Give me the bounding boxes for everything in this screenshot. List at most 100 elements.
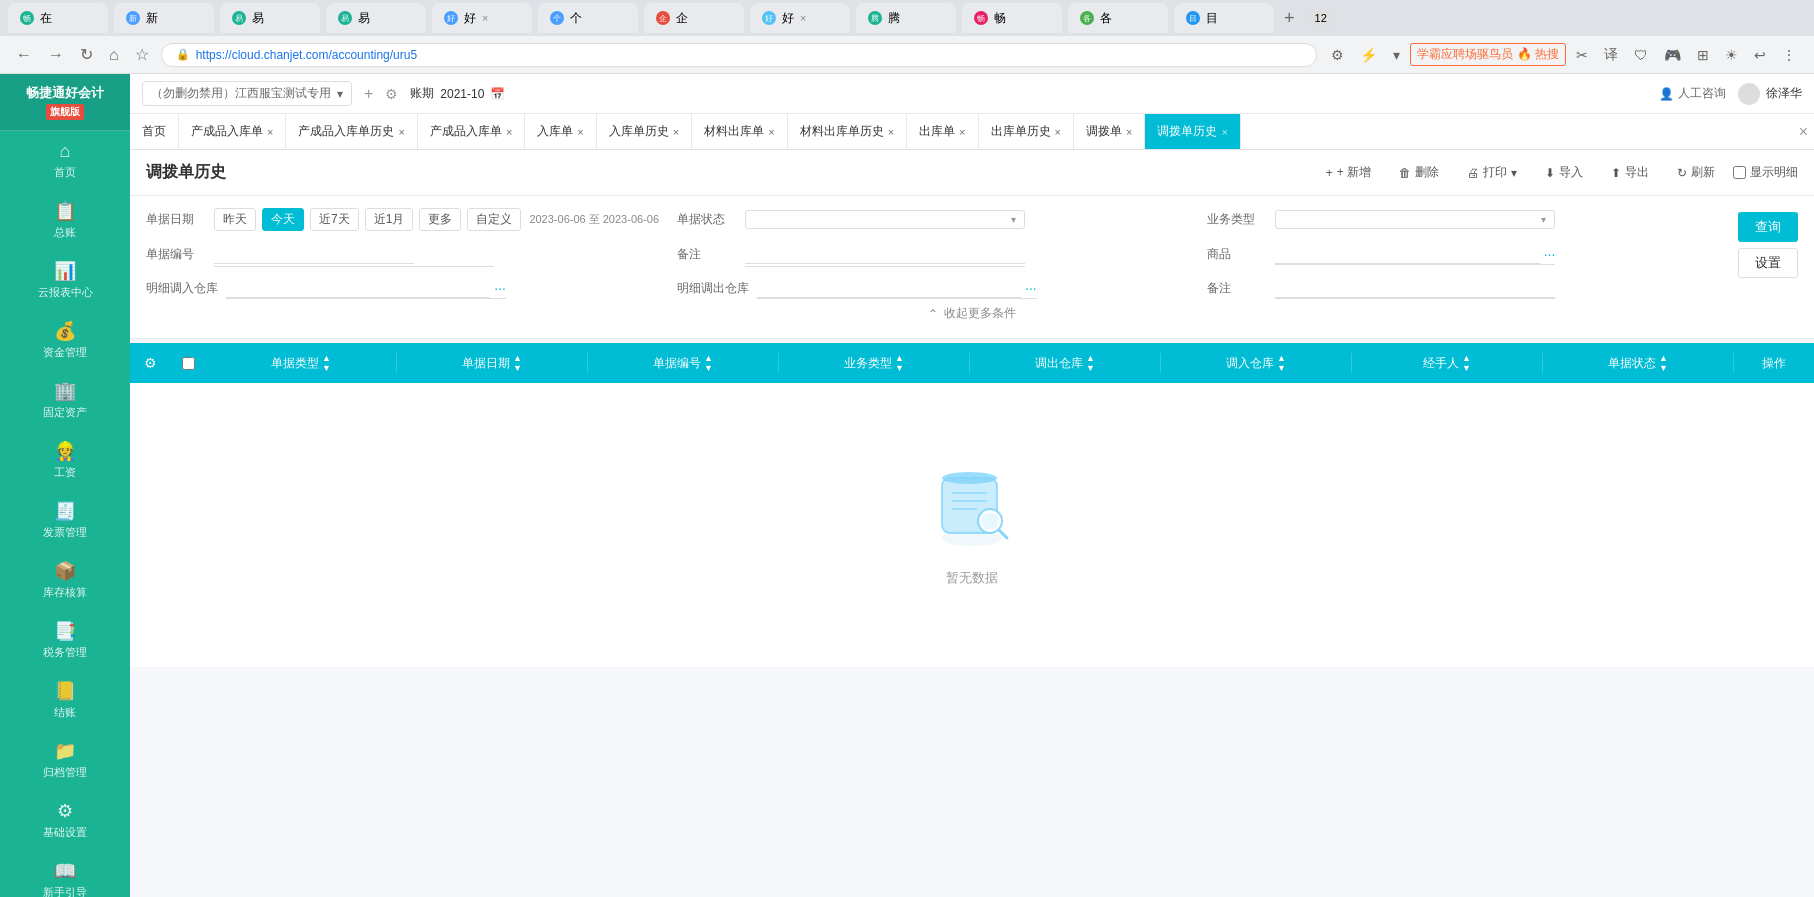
add-company-button[interactable]: + bbox=[364, 85, 373, 103]
th-status[interactable]: 单据状态 ▲▼ bbox=[1543, 353, 1734, 373]
sidebar-item-invoice[interactable]: 🧾 发票管理 bbox=[0, 490, 130, 550]
undo-button[interactable]: ↩ bbox=[1748, 43, 1772, 67]
th-order-date[interactable]: 单据日期 ▲▼ bbox=[397, 353, 588, 373]
browser-tab-10[interactable]: 各 各 bbox=[1068, 3, 1168, 33]
menu-button[interactable]: ⋮ bbox=[1776, 43, 1802, 67]
sidebar-item-home[interactable]: ⌂ 首页 bbox=[0, 131, 130, 190]
sidebar-item-reports[interactable]: 📊 云报表中心 bbox=[0, 250, 130, 310]
select-all-checkbox[interactable] bbox=[170, 357, 206, 370]
custom-btn[interactable]: 自定义 bbox=[467, 208, 521, 231]
close-page-button[interactable]: × bbox=[1799, 123, 1814, 141]
shield-button[interactable]: 🛡 bbox=[1628, 43, 1654, 67]
browser-tab-8[interactable]: 腾 腾 bbox=[856, 3, 956, 33]
close-icon[interactable]: × bbox=[768, 126, 774, 138]
sidebar-item-inventory[interactable]: 📦 库存核算 bbox=[0, 550, 130, 610]
theme-button[interactable]: ☀ bbox=[1719, 43, 1744, 67]
browser-tab-2[interactable]: 易 易 bbox=[220, 3, 320, 33]
th-out-warehouse[interactable]: 调出仓库 ▲▼ bbox=[970, 353, 1161, 373]
settings-gear-button[interactable]: ⚙ bbox=[385, 86, 398, 102]
close-icon[interactable]: × bbox=[673, 126, 679, 138]
th-order-no[interactable]: 单据编号 ▲▼ bbox=[588, 353, 779, 373]
out-warehouse-more-icon[interactable]: ··· bbox=[1025, 280, 1037, 296]
sidebar-item-closing[interactable]: 📒 结账 bbox=[0, 670, 130, 730]
column-settings-button[interactable]: ⚙ bbox=[130, 355, 170, 371]
game-button[interactable]: 🎮 bbox=[1658, 43, 1687, 67]
tab-outbound[interactable]: 出库单 × bbox=[907, 114, 978, 150]
extensions-button[interactable]: ⚙ bbox=[1325, 43, 1350, 67]
new-button[interactable]: + + 新增 bbox=[1316, 160, 1381, 185]
tab-outbound-history[interactable]: 出库单历史 × bbox=[979, 114, 1074, 150]
close-icon[interactable]: × bbox=[1055, 126, 1061, 138]
sidebar-item-assets[interactable]: 🏢 固定资产 bbox=[0, 370, 130, 430]
browser-tab-11[interactable]: 目 目 bbox=[1174, 3, 1274, 33]
url-bar[interactable]: 🔒 https://cloud.chanjet.com/accounting/u… bbox=[161, 43, 1318, 67]
out-warehouse-input[interactable] bbox=[757, 277, 1021, 298]
close-icon[interactable]: × bbox=[888, 126, 894, 138]
back-button[interactable]: ← bbox=[12, 42, 36, 68]
more-button[interactable]: ▾ bbox=[1387, 43, 1406, 67]
tab-material-outbound[interactable]: 材料出库单 × bbox=[692, 114, 787, 150]
home-button[interactable]: ⌂ bbox=[105, 42, 123, 68]
bookmark-add-button[interactable]: ⚡ bbox=[1354, 43, 1383, 67]
tab-inbound[interactable]: 入库单 × bbox=[525, 114, 596, 150]
sidebar-item-ledger[interactable]: 📋 总账 bbox=[0, 190, 130, 250]
tab-transfer-history[interactable]: 调拨单历史 × bbox=[1145, 114, 1240, 150]
th-in-warehouse[interactable]: 调入仓库 ▲▼ bbox=[1161, 353, 1352, 373]
close-icon[interactable]: × bbox=[506, 126, 512, 138]
display-toggle[interactable]: 显示明细 bbox=[1733, 164, 1798, 181]
browser-tab-4[interactable]: 好 好 × bbox=[432, 3, 532, 33]
grid-button[interactable]: ⊞ bbox=[1691, 43, 1715, 67]
close-icon[interactable]: × bbox=[1126, 126, 1132, 138]
week-btn[interactable]: 近7天 bbox=[310, 208, 359, 231]
goods-more-icon[interactable]: ··· bbox=[1544, 246, 1556, 262]
period-selector[interactable]: 账期 2021-10 📅 bbox=[410, 85, 505, 102]
service-button[interactable]: 👤 人工咨询 bbox=[1659, 85, 1726, 102]
sidebar-item-guide[interactable]: 📖 新手引导 bbox=[0, 850, 130, 897]
browser-tab-3[interactable]: 易 易 bbox=[326, 3, 426, 33]
th-handler[interactable]: 经手人 ▲▼ bbox=[1352, 353, 1543, 373]
translate-button[interactable]: 译 bbox=[1598, 42, 1624, 68]
sidebar-item-fund[interactable]: 💰 资金管理 bbox=[0, 310, 130, 370]
browser-tab-5[interactable]: 个 个 bbox=[538, 3, 638, 33]
browser-tab-1[interactable]: 新 新 bbox=[114, 3, 214, 33]
user-info[interactable]: 徐泽华 bbox=[1738, 83, 1802, 105]
refresh-button[interactable]: ↻ 刷新 bbox=[1667, 160, 1725, 185]
in-warehouse-more-icon[interactable]: ··· bbox=[494, 280, 506, 296]
sidebar-item-tax[interactable]: 📑 税务管理 bbox=[0, 610, 130, 670]
remark-input[interactable] bbox=[745, 243, 1025, 264]
more-btn[interactable]: 更多 bbox=[419, 208, 461, 231]
th-biz-type[interactable]: 业务类型 ▲▼ bbox=[779, 353, 970, 373]
new-tab-button[interactable]: + bbox=[1280, 8, 1299, 29]
tab-product-inbound[interactable]: 产成品入库单 × bbox=[179, 114, 286, 150]
collapse-button[interactable]: ⌃ 收起更多条件 bbox=[146, 299, 1798, 326]
company-selector[interactable]: （勿删勿禁用）江西服宝测试专用 ▾ bbox=[142, 81, 352, 106]
tab-material-outbound-history[interactable]: 材料出库单历史 × bbox=[788, 114, 907, 150]
yesterday-btn[interactable]: 昨天 bbox=[214, 208, 256, 231]
goods-input[interactable] bbox=[1275, 243, 1539, 264]
in-warehouse-input[interactable] bbox=[226, 277, 490, 298]
display-checkbox[interactable] bbox=[1733, 166, 1746, 179]
query-button[interactable]: 查询 bbox=[1738, 212, 1798, 242]
close-icon[interactable]: × bbox=[959, 126, 965, 138]
forward-button[interactable]: → bbox=[44, 42, 68, 68]
orderno-input[interactable] bbox=[214, 243, 414, 264]
biztype-select[interactable]: ▾ bbox=[1275, 210, 1555, 229]
sidebar-item-settings[interactable]: ⚙ 基础设置 bbox=[0, 790, 130, 850]
browser-tab-6[interactable]: 企 企 bbox=[644, 3, 744, 33]
tab-product-inbound2[interactable]: 产成品入库单 × bbox=[418, 114, 525, 150]
import-button[interactable]: ⬇ 导入 bbox=[1535, 160, 1593, 185]
status-select[interactable]: ▾ bbox=[745, 210, 1025, 229]
close-icon[interactable]: × bbox=[1221, 126, 1227, 138]
delete-button[interactable]: 🗑 删除 bbox=[1389, 160, 1449, 185]
browser-tab-9[interactable]: 畅 畅 bbox=[962, 3, 1062, 33]
scissors-button[interactable]: ✂ bbox=[1570, 43, 1594, 67]
month-btn[interactable]: 近1月 bbox=[365, 208, 414, 231]
select-all-input[interactable] bbox=[182, 357, 195, 370]
close-icon[interactable]: × bbox=[267, 126, 273, 138]
sidebar-item-payroll[interactable]: 👷 工资 bbox=[0, 430, 130, 490]
close-icon[interactable]: × bbox=[577, 126, 583, 138]
note-input[interactable] bbox=[1275, 277, 1555, 298]
print-button[interactable]: 🖨 打印 ▾ bbox=[1457, 160, 1527, 185]
browser-tab-7[interactable]: 好 好 × bbox=[750, 3, 850, 33]
th-order-type[interactable]: 单据类型 ▲▼ bbox=[206, 353, 397, 373]
